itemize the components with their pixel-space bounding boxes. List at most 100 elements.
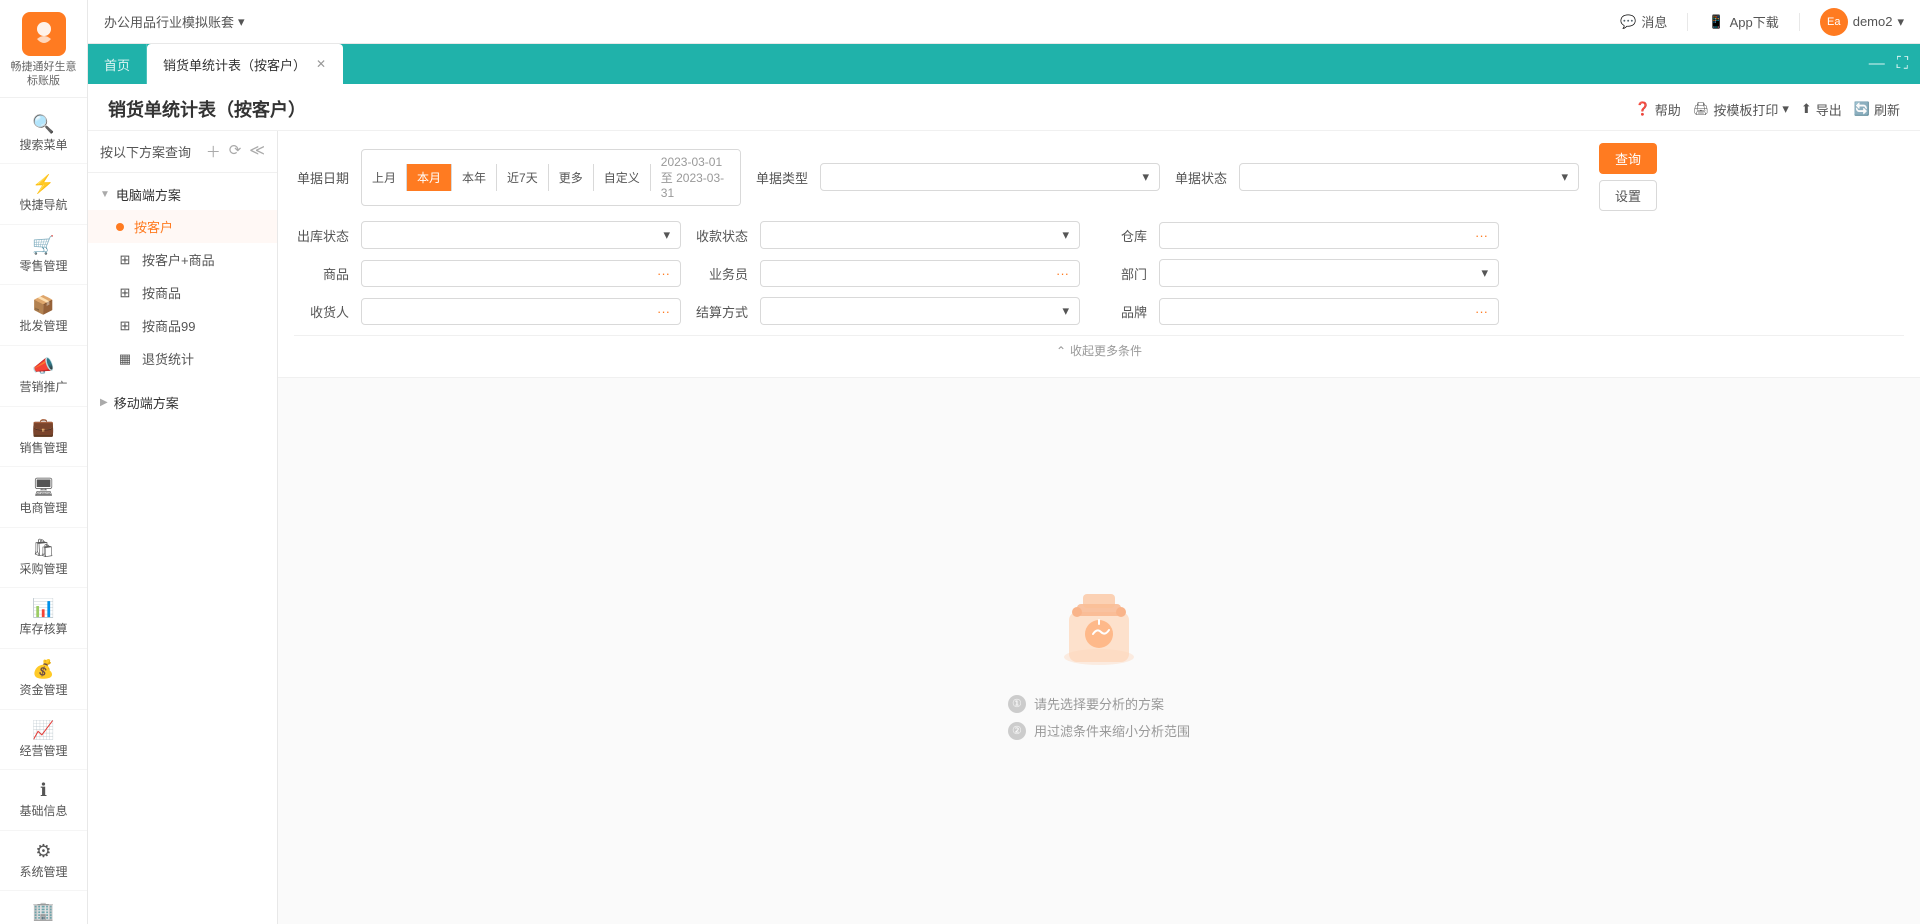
message-button[interactable]: 💬 消息 xyxy=(1620,12,1667,31)
collapse-bar[interactable]: ⌃ 收起更多条件 xyxy=(294,335,1904,365)
sidebar-item-label: 电商管理 xyxy=(19,501,67,517)
date-btn-7-days[interactable]: 近7天 xyxy=(497,164,549,191)
chevron-down-icon6: ▾ xyxy=(1062,303,1069,319)
close-tab-icon[interactable]: ✕ xyxy=(316,57,326,71)
chevron-down-icon5: ▾ xyxy=(1481,265,1488,281)
sidebar-item-purchase-mgmt[interactable]: 🛍 采购管理 xyxy=(0,528,87,589)
basic-info-icon: ℹ xyxy=(40,780,47,801)
consignee-select[interactable]: ··· xyxy=(361,298,681,325)
sidebar-item-label: 库存核算 xyxy=(19,622,67,638)
sidebar-item-quick-nav[interactable]: ⚡ 快捷导航 xyxy=(0,164,87,225)
tip-num-2: ② xyxy=(1008,722,1026,740)
empty-tip-1: ① 请先选择要分析的方案 xyxy=(1008,694,1190,713)
sidebar-item-sys-mgmt[interactable]: ⚙ 系统管理 xyxy=(0,831,87,892)
user-area[interactable]: Ea demo2 ▾ xyxy=(1820,8,1904,36)
scheme-by-customer-goods[interactable]: ⊞ 按客户+商品 xyxy=(88,243,277,276)
tab-home[interactable]: 首页 xyxy=(88,44,147,84)
goods-select[interactable]: ··· xyxy=(361,260,681,287)
salesperson-label: 业务员 xyxy=(693,264,748,283)
refresh-button[interactable]: 🔄 刷新 xyxy=(1854,100,1900,119)
receipt-status-select[interactable]: ▾ xyxy=(760,221,1080,249)
left-panel-title: 按以下方案查询 xyxy=(100,142,191,161)
settle-method-select[interactable]: ▾ xyxy=(760,297,1080,325)
ecom-icon: 🖥 xyxy=(32,477,55,498)
export-button[interactable]: ⬆ 导出 xyxy=(1801,100,1842,119)
sidebar-item-label: 营销推广 xyxy=(19,380,67,396)
tab-sales-stat[interactable]: 销货单统计表（按客户） ✕ xyxy=(147,44,343,84)
date-btn-this-month[interactable]: 本月 xyxy=(407,164,452,191)
sidebar-item-search-menu[interactable]: 🔍 搜索菜单 xyxy=(0,104,87,165)
sidebar-item-inventory[interactable]: 📊 库存核算 xyxy=(0,588,87,649)
desktop-group-header[interactable]: ▼ 电脑端方案 xyxy=(88,179,277,210)
consignee-label: 收货人 xyxy=(294,302,349,321)
export-icon: ⬆ xyxy=(1801,101,1812,117)
print-icon: 🖨 xyxy=(1693,101,1710,117)
out-status-label: 出库状态 xyxy=(294,226,349,245)
date-btn-custom[interactable]: 自定义 xyxy=(594,164,651,191)
date-btn-last-month[interactable]: 上月 xyxy=(362,164,407,191)
wholesale-icon: 📦 xyxy=(32,295,54,316)
scheme-return-stat[interactable]: ▦ 退货统计 xyxy=(88,342,277,375)
date-btn-this-year[interactable]: 本年 xyxy=(452,164,497,191)
sidebar-item-marketing[interactable]: 📣 营销推广 xyxy=(0,346,87,407)
scheme-label: 按客户 xyxy=(134,217,173,236)
scheme-grid-icon3: ⊞ xyxy=(116,317,134,335)
desktop-group-label: 电脑端方案 xyxy=(116,185,181,204)
date-btn-more[interactable]: 更多 xyxy=(549,164,594,191)
doc-status-select[interactable]: ▾ xyxy=(1239,163,1579,191)
expand-arrow-icon: ▼ xyxy=(100,189,110,200)
refresh-scheme-icon[interactable]: ⟳ xyxy=(229,141,242,162)
chevron-down-icon3: ▾ xyxy=(663,227,670,243)
collapse-panel-icon[interactable]: ≪ xyxy=(249,141,265,162)
sidebar-item-label: 零售管理 xyxy=(19,259,67,275)
sidebar-item-basic-info[interactable]: ℹ 基础信息 xyxy=(0,770,87,831)
help-label: 帮助 xyxy=(1655,100,1681,119)
empty-illustration xyxy=(1039,562,1159,682)
sidebar-item-label: 搜索菜单 xyxy=(19,138,67,154)
sidebar-item-sales-mgmt[interactable]: 💼 销售管理 xyxy=(0,407,87,468)
print-button[interactable]: 🖨 按模板打印 ▾ xyxy=(1693,100,1789,119)
doc-type-select[interactable]: ▾ xyxy=(820,163,1160,191)
goods-label: 商品 xyxy=(294,264,349,283)
message-label: 消息 xyxy=(1641,12,1667,31)
sidebar-item-wholesale-mgmt[interactable]: 📦 批发管理 xyxy=(0,285,87,346)
sidebar-item-finance[interactable]: 💰 资金管理 xyxy=(0,649,87,710)
chevron-down-icon2: ▾ xyxy=(1561,169,1568,185)
settings-button[interactable]: 设置 xyxy=(1599,180,1657,211)
query-actions: 查询 设置 xyxy=(1599,143,1657,211)
sidebar-item-label: 批发管理 xyxy=(19,319,67,335)
filter-row-goods: 商品 ··· 业务员 ··· 部门 ▾ xyxy=(294,259,1904,287)
scheme-by-goods-99[interactable]: ⊞ 按商品99 xyxy=(88,309,277,342)
minimize-icon[interactable]: — xyxy=(1869,55,1885,73)
out-status-select[interactable]: ▾ xyxy=(361,221,681,249)
scheme-by-customer[interactable]: 按客户 xyxy=(88,210,277,243)
warehouse-select[interactable]: ··· xyxy=(1159,222,1499,249)
app-download-button[interactable]: 📱 App下载 xyxy=(1708,12,1778,31)
add-scheme-icon[interactable]: ＋ xyxy=(206,141,221,162)
sidebar-item-ecom-mgmt[interactable]: 🖥 电商管理 xyxy=(0,467,87,528)
sys-icon: ⚙ xyxy=(35,841,51,862)
query-button[interactable]: 查询 xyxy=(1599,143,1657,174)
scheme-grid-icon2: ⊞ xyxy=(116,284,134,302)
date-range-display: 2023-03-01 至 2023-03-31 xyxy=(651,150,740,205)
department-select[interactable]: ▾ xyxy=(1159,259,1499,287)
sidebar-item-operations[interactable]: 📈 经营管理 xyxy=(0,710,87,771)
industry-name: 办公用品行业模拟账套 xyxy=(104,12,234,31)
purchase-icon: 🛍 xyxy=(32,538,55,559)
sidebar-item-retail-mgmt[interactable]: 🛒 零售管理 xyxy=(0,225,87,286)
print-chevron-icon: ▾ xyxy=(1782,101,1789,117)
salesperson-select[interactable]: ··· xyxy=(760,260,1080,287)
sidebar-item-enterprise[interactable]: 🏢 企业协同 xyxy=(0,891,87,924)
scheme-by-goods[interactable]: ⊞ 按商品 xyxy=(88,276,277,309)
home-tab-label: 首页 xyxy=(104,55,130,74)
page-title: 销货单统计表（按客户） xyxy=(108,96,306,122)
mobile-group-header[interactable]: ▶ 移动端方案 xyxy=(88,387,277,418)
filter-row-status: 出库状态 ▾ 收款状态 ▾ 仓库 ··· xyxy=(294,221,1904,249)
help-button[interactable]: ❓ 帮助 xyxy=(1635,100,1681,119)
brand-select[interactable]: ··· xyxy=(1159,298,1499,325)
department-label: 部门 xyxy=(1092,264,1147,283)
logo-icon xyxy=(22,12,66,56)
date-filter-group: 上月 本月 本年 近7天 更多 自定义 2023-03-01 至 2023-03… xyxy=(361,149,741,206)
industry-selector[interactable]: 办公用品行业模拟账套 ▾ xyxy=(104,12,245,31)
maximize-icon[interactable]: ⛶ xyxy=(1897,55,1908,73)
